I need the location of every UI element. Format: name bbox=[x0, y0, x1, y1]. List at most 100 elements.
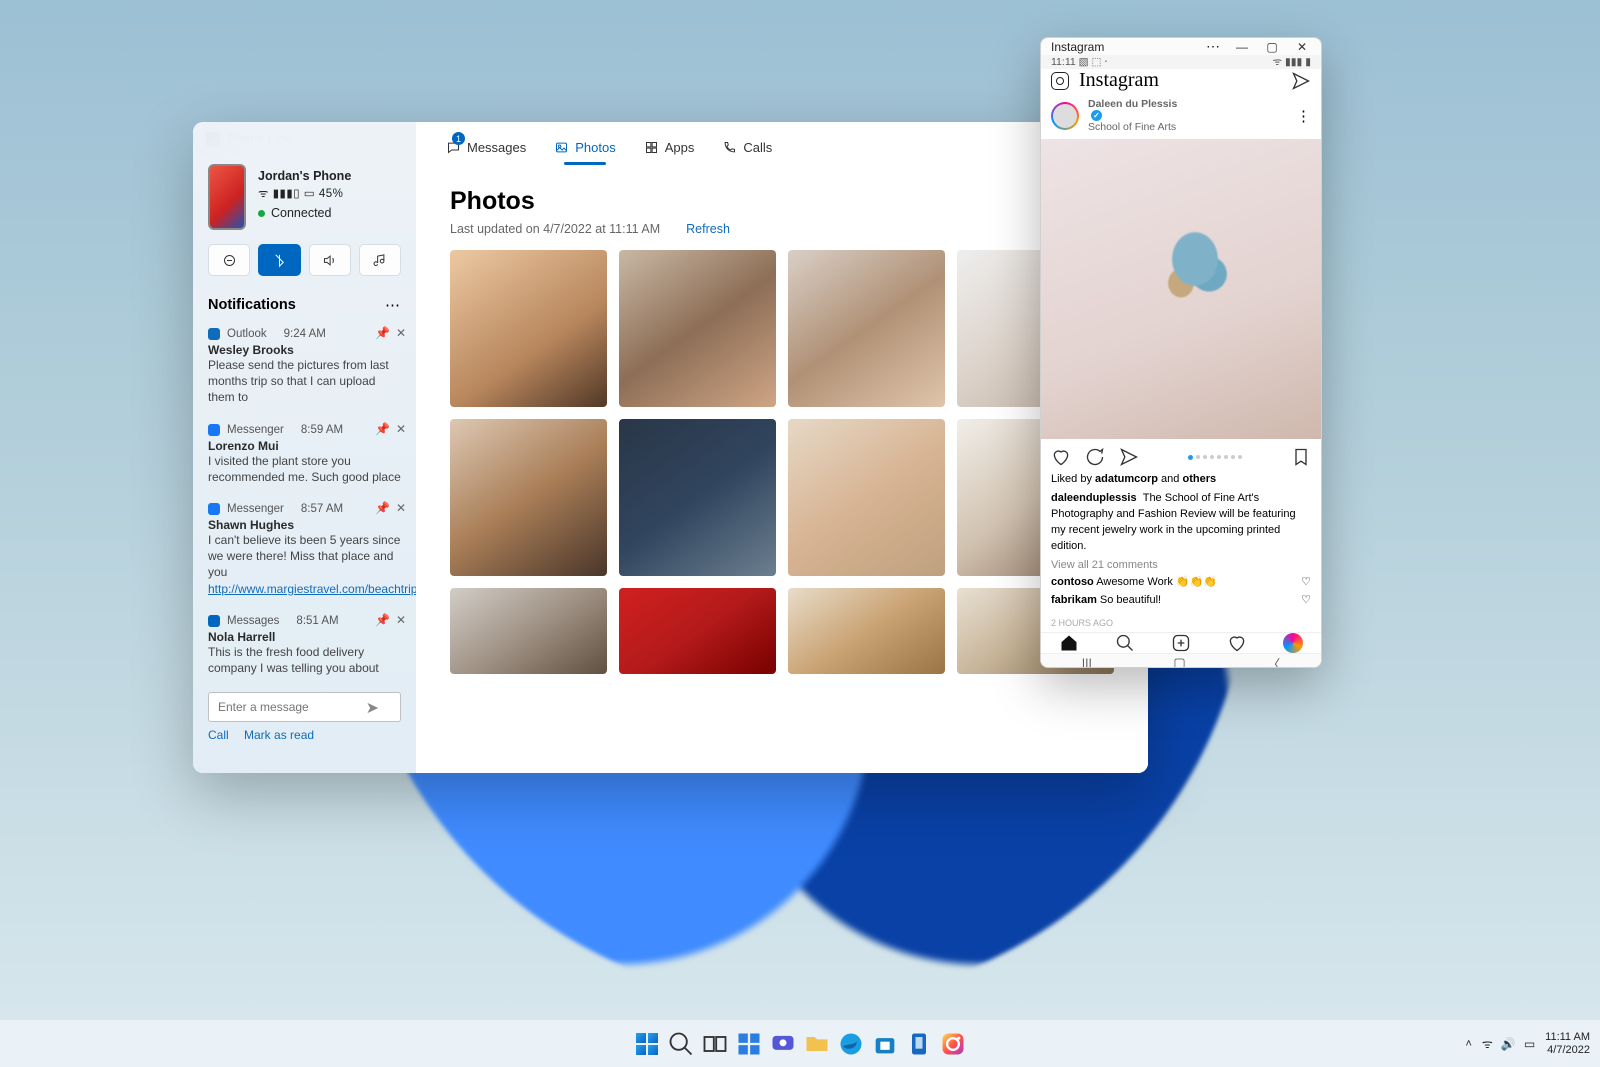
window-more-icon[interactable]: ⋯ bbox=[1206, 38, 1221, 55]
messages-icon bbox=[208, 615, 220, 627]
instagram-window-title: Instagram bbox=[1051, 40, 1104, 54]
minimize-button[interactable]: — bbox=[1229, 40, 1255, 54]
store-icon[interactable] bbox=[871, 1030, 899, 1058]
outlook-icon bbox=[208, 328, 220, 340]
notification-item[interactable]: Messenger8:57 AM 📌✕ Shawn Hughes I can't… bbox=[193, 495, 416, 607]
notification-item[interactable]: Outlook9:24 AM 📌✕ Wesley Brooks Please s… bbox=[193, 320, 416, 416]
like-icon[interactable] bbox=[1051, 447, 1071, 467]
recents-button[interactable]: ||| bbox=[1082, 656, 1092, 668]
photo-thumb[interactable] bbox=[788, 250, 945, 407]
notification-item[interactable]: Messages8:51 AM 📌✕ Nola Harrell This is … bbox=[193, 607, 416, 686]
post-header: Daleen du Plessis School of Fine Arts ⋮ bbox=[1041, 92, 1321, 139]
comment-item: contoso Awesome Work 👏👏👏♡ bbox=[1051, 574, 1311, 592]
start-button[interactable] bbox=[633, 1030, 661, 1058]
device-info: Jordan's Phone ᯤ ▮▮▮▯ ▭ 45% Connected bbox=[258, 164, 351, 230]
pin-icon[interactable]: 📌 bbox=[375, 326, 390, 340]
mark-read-button[interactable]: Mark as read bbox=[244, 728, 314, 742]
taskbar-clock[interactable]: 11:11 AM 4/7/2022 bbox=[1545, 1031, 1590, 1055]
android-nav-bar: ||| ▢ 〈 bbox=[1041, 653, 1321, 668]
taskbar-search-icon[interactable] bbox=[667, 1030, 695, 1058]
photo-thumb[interactable] bbox=[788, 588, 945, 674]
pin-icon[interactable]: 📌 bbox=[375, 613, 390, 627]
notifications-more-icon[interactable]: ⋯ bbox=[385, 296, 401, 314]
photo-thumb[interactable] bbox=[450, 250, 607, 407]
phone-link-main: 1 Messages Photos Apps Calls Photos Last… bbox=[416, 122, 1148, 773]
device-thumbnail[interactable] bbox=[208, 164, 246, 230]
widgets-icon[interactable] bbox=[735, 1030, 763, 1058]
close-button[interactable]: ✕ bbox=[1289, 40, 1315, 54]
tab-calls[interactable]: Calls bbox=[718, 134, 776, 165]
photo-thumb[interactable] bbox=[450, 588, 607, 674]
tab-apps[interactable]: Apps bbox=[640, 134, 699, 165]
dnd-button[interactable] bbox=[208, 244, 250, 276]
activity-icon[interactable] bbox=[1227, 633, 1247, 653]
photo-thumb[interactable] bbox=[788, 419, 945, 576]
quick-action-row bbox=[193, 240, 416, 290]
add-icon[interactable] bbox=[1171, 633, 1191, 653]
send-icon[interactable]: ➤ bbox=[366, 698, 379, 718]
refresh-button[interactable]: Refresh bbox=[686, 222, 730, 236]
photo-thumb[interactable] bbox=[619, 588, 776, 674]
notification-link[interactable]: http://www.margiestravel.com/beachtrip20… bbox=[208, 582, 444, 596]
maximize-button[interactable]: ▢ bbox=[1259, 40, 1285, 54]
notifications-heading: Notifications bbox=[208, 297, 296, 313]
home-button[interactable]: ▢ bbox=[1173, 655, 1185, 668]
comment-like-icon[interactable]: ♡ bbox=[1301, 575, 1311, 591]
battery-icon: ▭ bbox=[304, 188, 315, 200]
notification-item[interactable]: Messenger8:59 AM 📌✕ Lorenzo Mui I visite… bbox=[193, 416, 416, 495]
volume-button[interactable] bbox=[309, 244, 351, 276]
tray-chevron-icon[interactable]: ˄ bbox=[1465, 1038, 1471, 1050]
photo-thumb[interactable] bbox=[450, 419, 607, 576]
post-username[interactable]: Daleen du Plessis bbox=[1088, 98, 1287, 110]
instagram-header: Instagram bbox=[1041, 69, 1321, 92]
edge-icon[interactable] bbox=[837, 1030, 865, 1058]
comment-like-icon[interactable]: ♡ bbox=[1301, 593, 1311, 609]
home-icon[interactable] bbox=[1059, 633, 1079, 653]
device-signal: ᯤ ▮▮▮▯ ▭ 45% bbox=[258, 186, 351, 204]
back-button[interactable]: 〈 bbox=[1267, 654, 1280, 668]
tray-volume-icon[interactable]: 🔊 bbox=[1501, 1037, 1516, 1051]
bluetooth-button[interactable] bbox=[258, 244, 300, 276]
verified-icon bbox=[1091, 110, 1102, 121]
send-icon[interactable] bbox=[1291, 71, 1311, 91]
instagram-taskbar-icon[interactable] bbox=[939, 1030, 967, 1058]
tray-wifi-icon[interactable]: ᯤ bbox=[1482, 1035, 1493, 1052]
tab-messages[interactable]: 1 Messages bbox=[442, 134, 530, 165]
close-icon[interactable]: ✕ bbox=[396, 326, 406, 340]
file-explorer-icon[interactable] bbox=[803, 1030, 831, 1058]
instagram-logo: Instagram bbox=[1079, 69, 1159, 92]
carousel-dots bbox=[1188, 455, 1242, 460]
bookmark-icon[interactable] bbox=[1291, 447, 1311, 467]
pin-icon[interactable]: 📌 bbox=[375, 422, 390, 436]
call-button[interactable]: Call bbox=[208, 728, 229, 742]
tray-battery-icon[interactable]: ▭ bbox=[1524, 1037, 1535, 1051]
taskbar: ˄ ᯤ 🔊 ▭ 11:11 AM 4/7/2022 bbox=[0, 1019, 1600, 1067]
task-view-icon[interactable] bbox=[701, 1030, 729, 1058]
phone-status-icons: ᯤ ▮▮▮ ▮ bbox=[1272, 55, 1311, 69]
comment-icon[interactable] bbox=[1085, 447, 1105, 467]
share-icon[interactable] bbox=[1119, 447, 1139, 467]
phone-link-taskbar-icon[interactable] bbox=[905, 1030, 933, 1058]
instagram-nav bbox=[1041, 632, 1321, 653]
post-menu-icon[interactable]: ⋮ bbox=[1296, 107, 1311, 125]
chat-icon[interactable] bbox=[769, 1030, 797, 1058]
close-icon[interactable]: ✕ bbox=[396, 613, 406, 627]
messages-badge: 1 bbox=[452, 132, 465, 145]
camera-icon[interactable] bbox=[1051, 72, 1069, 90]
close-icon[interactable]: ✕ bbox=[396, 501, 406, 515]
post-avatar[interactable] bbox=[1051, 102, 1079, 130]
close-icon[interactable]: ✕ bbox=[396, 422, 406, 436]
music-button[interactable] bbox=[359, 244, 401, 276]
phone-link-window: Phone Link Jordan's Phone ᯤ ▮▮▮▯ ▭ 45% C… bbox=[193, 122, 1148, 773]
tab-bar: 1 Messages Photos Apps Calls bbox=[416, 122, 1148, 165]
post-image[interactable] bbox=[1041, 139, 1321, 439]
profile-icon[interactable] bbox=[1283, 633, 1303, 653]
search-icon[interactable] bbox=[1115, 633, 1135, 653]
pin-icon[interactable]: 📌 bbox=[375, 501, 390, 515]
photo-thumb[interactable] bbox=[619, 250, 776, 407]
likes-text[interactable]: Liked by adatumcorp and others bbox=[1051, 472, 1311, 488]
photo-thumb[interactable] bbox=[619, 419, 776, 576]
phone-link-sidebar: Jordan's Phone ᯤ ▮▮▮▯ ▭ 45% Connected No… bbox=[193, 122, 416, 773]
tab-photos[interactable]: Photos bbox=[550, 134, 619, 165]
view-comments-link[interactable]: View all 21 comments bbox=[1051, 558, 1311, 574]
